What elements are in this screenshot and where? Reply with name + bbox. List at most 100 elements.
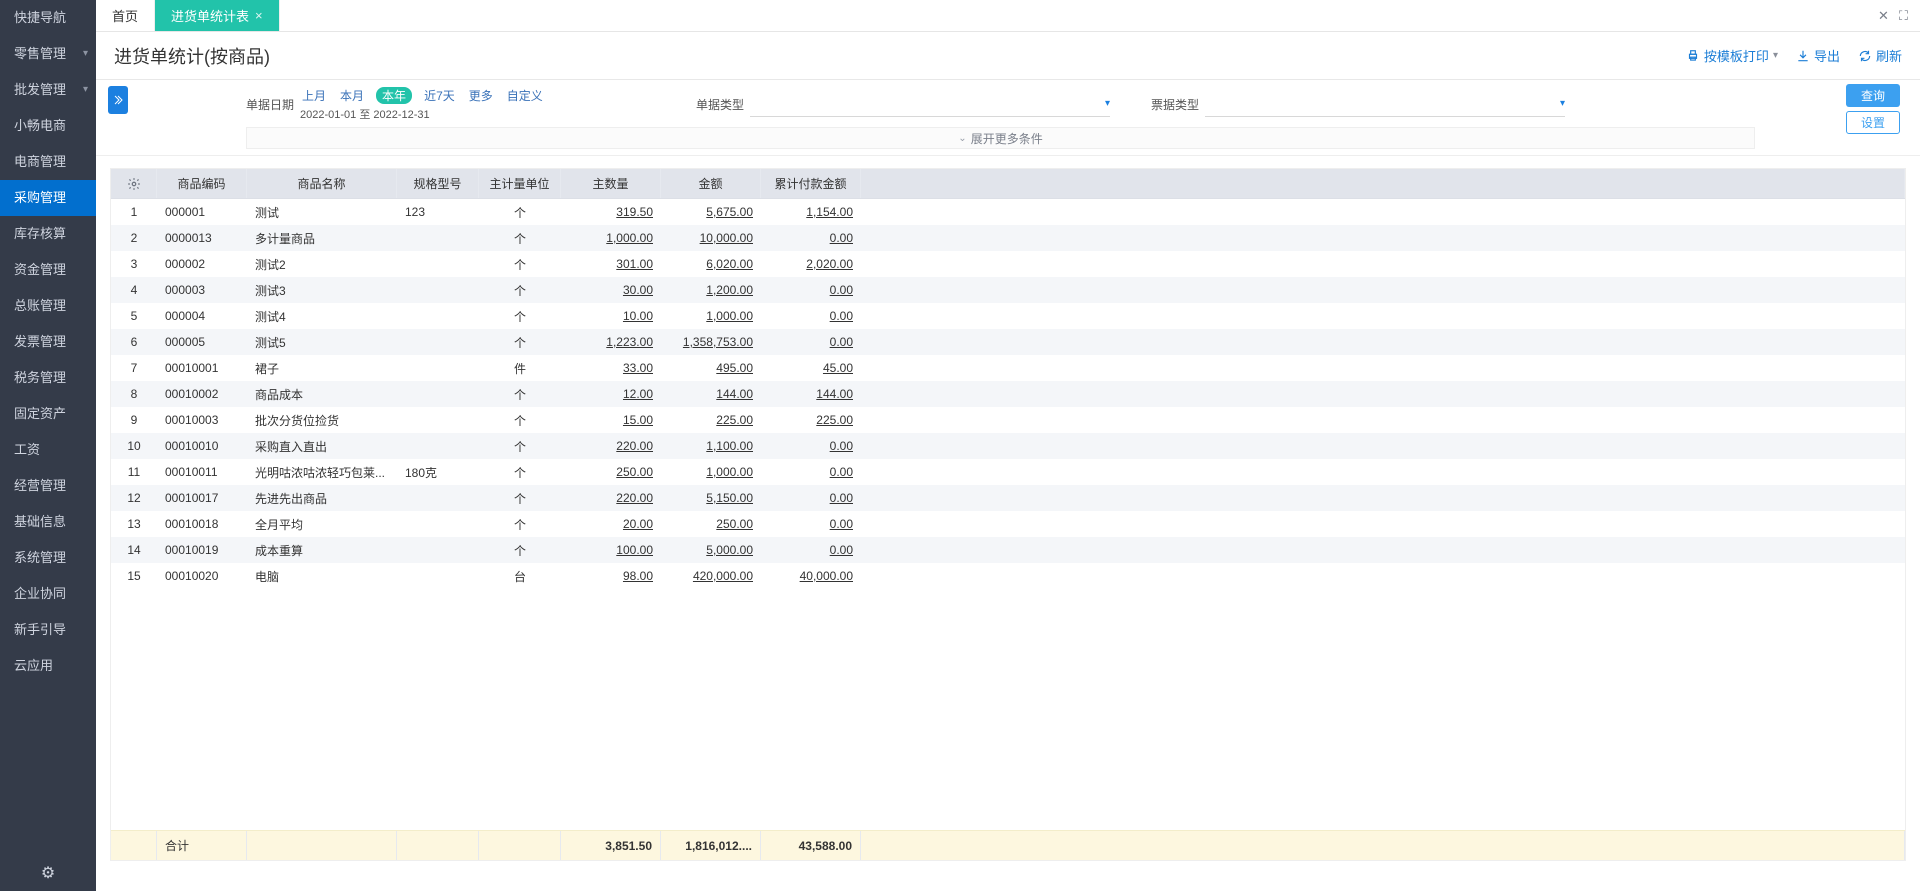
fullscreen-icon[interactable]: ⛶ bbox=[1899, 8, 1908, 24]
cell-qty[interactable]: 20.00 bbox=[561, 511, 661, 537]
cell-amount[interactable]: 5,000.00 bbox=[661, 537, 761, 563]
cell-paid[interactable]: 225.00 bbox=[761, 407, 861, 433]
cell-amount[interactable]: 1,000.00 bbox=[661, 459, 761, 485]
sidebar-item-9[interactable]: 发票管理 bbox=[0, 324, 96, 360]
table-row[interactable]: 6000005测试5个1,223.001,358,753.000.00 bbox=[111, 329, 1905, 355]
settings-button[interactable]: 设置 bbox=[1846, 111, 1900, 134]
collapse-filter-button[interactable] bbox=[108, 86, 128, 114]
sidebar-item-5[interactable]: 采购管理 bbox=[0, 180, 96, 216]
print-button[interactable]: 按模板打印 ▾ bbox=[1686, 46, 1778, 65]
table-row[interactable]: 700010001裙子件33.00495.0045.00 bbox=[111, 355, 1905, 381]
date-opt[interactable]: 本月 bbox=[338, 87, 366, 104]
table-settings-cell[interactable] bbox=[111, 169, 157, 198]
col-spec[interactable]: 规格型号 bbox=[397, 169, 479, 198]
cell-amount[interactable]: 495.00 bbox=[661, 355, 761, 381]
table-row[interactable]: 3000002测试2个301.006,020.002,020.00 bbox=[111, 251, 1905, 277]
cell-paid[interactable]: 0.00 bbox=[761, 433, 861, 459]
order-type-select[interactable]: ▾ bbox=[750, 91, 1110, 117]
sidebar-item-3[interactable]: 小畅电商 bbox=[0, 108, 96, 144]
col-qty[interactable]: 主数量 bbox=[561, 169, 661, 198]
date-opt[interactable]: 更多 bbox=[467, 87, 495, 104]
table-row[interactable]: 1100010011光明咕浓咕浓轻巧包莱...180克个250.001,000.… bbox=[111, 459, 1905, 485]
cell-paid[interactable]: 144.00 bbox=[761, 381, 861, 407]
table-row[interactable]: 800010002商品成本个12.00144.00144.00 bbox=[111, 381, 1905, 407]
table-row[interactable]: 4000003测试3个30.001,200.000.00 bbox=[111, 277, 1905, 303]
cell-qty[interactable]: 12.00 bbox=[561, 381, 661, 407]
cell-qty[interactable]: 30.00 bbox=[561, 277, 661, 303]
tab-report-active[interactable]: 进货单统计表 × bbox=[155, 0, 280, 31]
cell-amount[interactable]: 5,150.00 bbox=[661, 485, 761, 511]
cell-paid[interactable]: 0.00 bbox=[761, 277, 861, 303]
cell-amount[interactable]: 144.00 bbox=[661, 381, 761, 407]
sidebar-item-13[interactable]: 经营管理 bbox=[0, 468, 96, 504]
cell-paid[interactable]: 2,020.00 bbox=[761, 251, 861, 277]
sidebar-item-12[interactable]: 工资 bbox=[0, 432, 96, 468]
col-amount[interactable]: 金额 bbox=[661, 169, 761, 198]
sidebar-item-14[interactable]: 基础信息 bbox=[0, 504, 96, 540]
table-row[interactable]: 1000001测试123个319.505,675.001,154.00 bbox=[111, 199, 1905, 225]
cell-qty[interactable]: 100.00 bbox=[561, 537, 661, 563]
col-product-name[interactable]: 商品名称 bbox=[247, 169, 397, 198]
cell-paid[interactable]: 0.00 bbox=[761, 329, 861, 355]
cell-amount[interactable]: 250.00 bbox=[661, 511, 761, 537]
cell-amount[interactable]: 1,000.00 bbox=[661, 303, 761, 329]
tab-close-all-icon[interactable]: ✕ bbox=[1878, 8, 1889, 24]
cell-qty[interactable]: 10.00 bbox=[561, 303, 661, 329]
sidebar-item-11[interactable]: 固定资产 bbox=[0, 396, 96, 432]
sidebar-settings-icon[interactable]: ⚙ bbox=[41, 865, 55, 882]
sidebar-item-2[interactable]: 批发管理▾ bbox=[0, 72, 96, 108]
table-row[interactable]: 900010003批次分货位捡货个15.00225.00225.00 bbox=[111, 407, 1905, 433]
date-opt[interactable]: 自定义 bbox=[505, 87, 545, 104]
table-row[interactable]: 1000010010采购直入直出个220.001,100.000.00 bbox=[111, 433, 1905, 459]
col-unit[interactable]: 主计量单位 bbox=[479, 169, 561, 198]
cell-qty[interactable]: 250.00 bbox=[561, 459, 661, 485]
table-row[interactable]: 1500010020电脑台98.00420,000.0040,000.00 bbox=[111, 563, 1905, 589]
cell-qty[interactable]: 1,000.00 bbox=[561, 225, 661, 251]
date-opt[interactable]: 上月 bbox=[300, 87, 328, 104]
table-row[interactable]: 5000004测试4个10.001,000.000.00 bbox=[111, 303, 1905, 329]
cell-qty[interactable]: 319.50 bbox=[561, 199, 661, 225]
cell-amount[interactable]: 1,200.00 bbox=[661, 277, 761, 303]
date-opt[interactable]: 本年 bbox=[376, 87, 412, 104]
sidebar-item-8[interactable]: 总账管理 bbox=[0, 288, 96, 324]
cell-paid[interactable]: 0.00 bbox=[761, 225, 861, 251]
ticket-type-select[interactable]: ▾ bbox=[1205, 91, 1565, 117]
cell-qty[interactable]: 1,223.00 bbox=[561, 329, 661, 355]
cell-qty[interactable]: 98.00 bbox=[561, 563, 661, 589]
query-button[interactable]: 查询 bbox=[1846, 84, 1900, 107]
export-button[interactable]: 导出 bbox=[1796, 46, 1840, 65]
sidebar-item-18[interactable]: 云应用 bbox=[0, 648, 96, 684]
cell-amount[interactable]: 10,000.00 bbox=[661, 225, 761, 251]
cell-paid[interactable]: 0.00 bbox=[761, 459, 861, 485]
cell-amount[interactable]: 420,000.00 bbox=[661, 563, 761, 589]
col-paid[interactable]: 累计付款金额 bbox=[761, 169, 861, 198]
cell-amount[interactable]: 1,358,753.00 bbox=[661, 329, 761, 355]
table-row[interactable]: 20000013多计量商品个1,000.0010,000.000.00 bbox=[111, 225, 1905, 251]
sidebar-item-7[interactable]: 资金管理 bbox=[0, 252, 96, 288]
cell-amount[interactable]: 225.00 bbox=[661, 407, 761, 433]
cell-paid[interactable]: 0.00 bbox=[761, 537, 861, 563]
cell-paid[interactable]: 0.00 bbox=[761, 303, 861, 329]
cell-paid[interactable]: 45.00 bbox=[761, 355, 861, 381]
cell-qty[interactable]: 33.00 bbox=[561, 355, 661, 381]
table-row[interactable]: 1300010018全月平均个20.00250.000.00 bbox=[111, 511, 1905, 537]
cell-qty[interactable]: 220.00 bbox=[561, 485, 661, 511]
cell-paid[interactable]: 40,000.00 bbox=[761, 563, 861, 589]
cell-qty[interactable]: 220.00 bbox=[561, 433, 661, 459]
cell-amount[interactable]: 1,100.00 bbox=[661, 433, 761, 459]
sidebar-item-1[interactable]: 零售管理▾ bbox=[0, 36, 96, 72]
sidebar-item-15[interactable]: 系统管理 bbox=[0, 540, 96, 576]
sidebar-item-6[interactable]: 库存核算 bbox=[0, 216, 96, 252]
sidebar-item-10[interactable]: 税务管理 bbox=[0, 360, 96, 396]
tab-home[interactable]: 首页 bbox=[96, 0, 155, 31]
cell-amount[interactable]: 6,020.00 bbox=[661, 251, 761, 277]
sidebar-item-4[interactable]: 电商管理 bbox=[0, 144, 96, 180]
table-row[interactable]: 1200010017先进先出商品个220.005,150.000.00 bbox=[111, 485, 1905, 511]
sidebar-item-17[interactable]: 新手引导 bbox=[0, 612, 96, 648]
date-opt[interactable]: 近7天 bbox=[422, 87, 457, 104]
col-product-code[interactable]: 商品编码 bbox=[157, 169, 247, 198]
cell-paid[interactable]: 0.00 bbox=[761, 511, 861, 537]
close-icon[interactable]: × bbox=[255, 8, 263, 23]
sidebar-item-0[interactable]: 快捷导航 bbox=[0, 0, 96, 36]
expand-more-button[interactable]: ⌄ 展开更多条件 bbox=[246, 127, 1755, 149]
